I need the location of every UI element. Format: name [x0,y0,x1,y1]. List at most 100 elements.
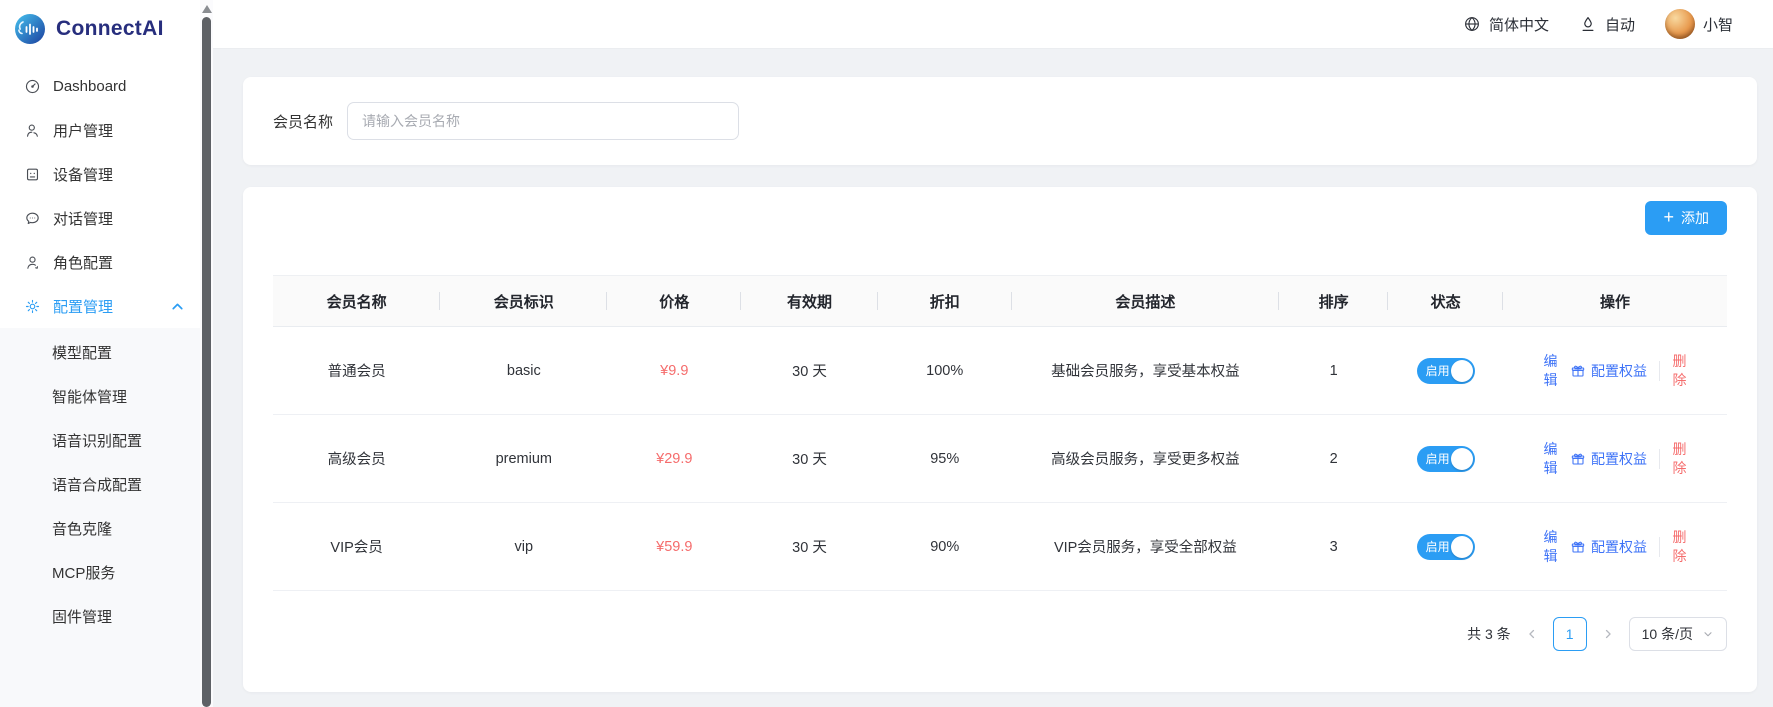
sidebar-subitem-tts-config[interactable]: 语音合成配置 [0,462,200,506]
sidebar-submenu: 模型配置 智能体管理 语音识别配置 语音合成配置 音色克隆 MCP服务 固件管理 [0,328,200,707]
sidebar-subitem-label: 智能体管理 [52,388,128,406]
sidebar-subitem-asr-config[interactable]: 语音识别配置 [0,418,200,462]
pagination: 共 3 条 1 10 条/页 [273,617,1727,651]
member-code: vip [514,538,534,555]
status-toggle[interactable]: 启用 [1416,533,1475,560]
page-number-button[interactable]: 1 [1552,617,1587,651]
sidebar-subitem-voice-clone[interactable]: 音色克隆 [0,506,200,550]
member-code: premium [495,450,552,467]
sidebar-item-label: 对话管理 [53,210,114,228]
plus-icon: + [1663,207,1674,227]
sidebar-item-label: 设备管理 [53,166,114,184]
member-discount: 100% [926,362,964,379]
sidebar-subitem-label: 模型配置 [52,344,113,362]
sidebar-subitem-label: 音色克隆 [52,520,113,538]
status-toggle[interactable]: 启用 [1416,445,1475,472]
sidebar: ConnectAI Dashboard 用户管理 设备管理 对话管理 角色配置 … [0,0,200,707]
column-header: 排序 [1279,291,1388,312]
users-icon [24,122,41,139]
search-panel: 会员名称 [243,77,1757,165]
chevron-up-icon [169,298,186,315]
sidebar-subitem-label: 语音合成配置 [52,476,143,494]
member-sort: 1 [1329,362,1338,379]
column-header: 会员标识 [440,291,607,312]
member-table-panel: + 添加 会员名称 会员标识 价格 有效期 折扣 会员描述 排序 状态 操作 普… [243,187,1757,692]
configure-benefits-button[interactable]: 配置权益 [1570,537,1647,557]
add-button[interactable]: + 添加 [1645,201,1727,235]
row-actions: 编辑 配置权益 删除 [1503,528,1727,566]
sidebar-subitem-label: MCP服务 [52,564,116,582]
edit-button[interactable]: 编辑 [1543,528,1558,566]
app-window: ConnectAI Dashboard 用户管理 设备管理 对话管理 角色配置 … [0,0,1773,707]
scrollbar-up-arrow[interactable] [202,5,212,13]
column-header: 状态 [1388,291,1503,312]
member-discount: 90% [930,538,960,555]
scrollbar-thumb[interactable] [202,17,211,707]
page-size-select[interactable]: 10 条/页 [1628,617,1727,651]
vertical-scrollbar[interactable] [200,0,213,707]
member-sort: 3 [1329,538,1338,555]
sidebar-subitem-firmware-management[interactable]: 固件管理 [0,594,200,638]
sidebar-item-conversation-management[interactable]: 对话管理 [0,196,200,240]
sidebar-item-user-management[interactable]: 用户管理 [0,108,200,152]
topbar: 简体中文 自动 小智 [213,0,1773,49]
table-row: 高级会员 premium ¥29.9 30 天 95% 高级会员服务，享受更多权… [273,415,1727,503]
configure-benefits-button[interactable]: 配置权益 [1570,449,1647,469]
sidebar-item-label: 配置管理 [53,298,114,316]
edit-button[interactable]: 编辑 [1543,352,1558,390]
sidebar-item-dashboard[interactable]: Dashboard [0,64,200,108]
row-actions: 编辑 配置权益 删除 [1503,352,1727,390]
status-toggle[interactable]: 启用 [1416,357,1475,384]
action-divider [1659,536,1660,557]
brand-logo[interactable]: ConnectAI [0,0,200,52]
configure-benefits-label: 配置权益 [1591,538,1647,555]
configure-benefits-label: 配置权益 [1591,362,1647,379]
sidebar-subitem-model-config[interactable]: 模型配置 [0,330,200,374]
configure-benefits-button[interactable]: 配置权益 [1570,361,1647,381]
edit-button[interactable]: 编辑 [1543,440,1558,478]
member-description: VIP会员服务，享受全部权益 [1053,540,1237,556]
member-duration: 30 天 [792,364,827,380]
chevron-down-icon [1702,628,1714,640]
column-header: 会员名称 [273,291,440,312]
sidebar-item-role-config[interactable]: 角色配置 [0,240,200,284]
delete-button[interactable]: 删除 [1672,352,1687,390]
prev-page-button[interactable] [1525,627,1539,641]
sidebar-item-label: Dashboard [53,77,127,95]
next-page-button[interactable] [1601,627,1615,641]
configure-benefits-label: 配置权益 [1591,450,1647,467]
sidebar-item-device-management[interactable]: 设备管理 [0,152,200,196]
member-price: ¥29.9 [656,450,693,467]
member-code: basic [506,362,541,379]
column-header: 折扣 [878,291,1012,312]
add-button-label: 添加 [1681,210,1709,226]
theme-switcher[interactable]: 自动 [1579,14,1635,35]
language-label: 简体中文 [1488,16,1549,34]
member-table: 会员名称 会员标识 价格 有效期 折扣 会员描述 排序 状态 操作 普通会员 b… [273,275,1727,591]
action-divider [1659,360,1660,381]
delete-button[interactable]: 删除 [1672,528,1687,566]
language-switcher[interactable]: 简体中文 [1463,14,1549,35]
sidebar-menu: Dashboard 用户管理 设备管理 对话管理 角色配置 配置管理 [0,52,200,328]
sidebar-item-label: 角色配置 [53,254,114,272]
brand-logo-icon [12,11,48,47]
action-divider [1659,448,1660,469]
table-row: 普通会员 basic ¥9.9 30 天 100% 基础会员服务，享受基本权益 … [273,327,1727,415]
delete-button[interactable]: 删除 [1672,440,1687,478]
table-header-row: 会员名称 会员标识 价格 有效期 折扣 会员描述 排序 状态 操作 [273,275,1727,327]
member-name-input[interactable] [347,102,740,140]
gift-icon [1570,539,1586,555]
page-size-value: 10 条/页 [1641,626,1693,642]
sidebar-subitem-mcp-service[interactable]: MCP服务 [0,550,200,594]
gear-icon [24,298,41,315]
sidebar-subitem-agent-management[interactable]: 智能体管理 [0,374,200,418]
member-description: 基础会员服务，享受基本权益 [1051,364,1240,380]
sidebar-item-config-management[interactable]: 配置管理 [0,284,200,328]
status-label: 启用 [1425,452,1450,466]
sidebar-subitem-label: 语音识别配置 [52,432,143,450]
toggle-knob [1450,535,1473,558]
member-duration: 30 天 [792,452,827,468]
user-menu[interactable]: 小智 [1664,9,1733,39]
main-column: 简体中文 自动 小智 会员名称 请输入会员名称 + 添加 会员名称 会员标识 价… [213,0,1773,707]
member-price: ¥59.9 [656,538,693,555]
